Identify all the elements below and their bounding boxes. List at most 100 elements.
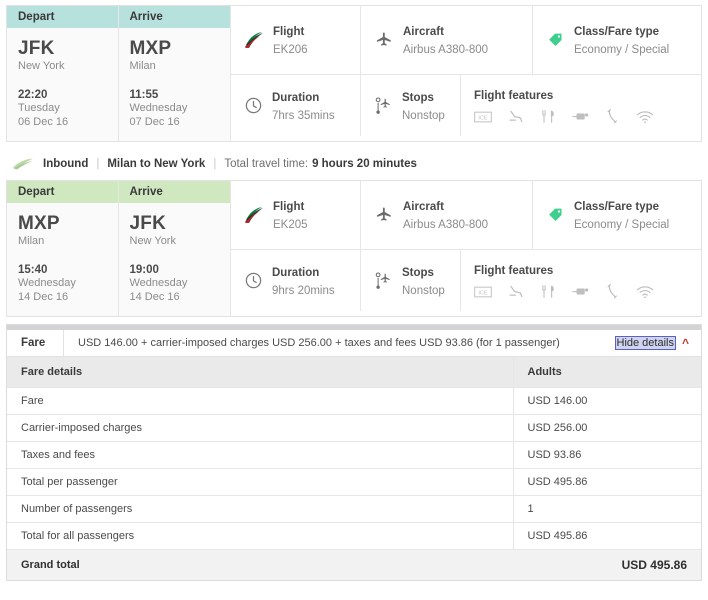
grand-total-label: Grand total xyxy=(7,549,513,580)
divider-pipe-1: | xyxy=(96,158,100,170)
fare-row-label: Number of passengers xyxy=(7,495,514,523)
inbound-features-label: Flight features xyxy=(474,265,554,277)
fare-details-table: Fare details Adults Fare USD 146.00 Carr… xyxy=(7,357,701,580)
fare-row-value: USD 495.86 xyxy=(513,468,701,496)
outbound-arrive-time: 11:55 xyxy=(129,89,159,101)
outbound-arrive-city: Milan xyxy=(129,60,156,72)
fare-details-column-header: Fare details xyxy=(7,357,514,388)
inbound-duration-cell: Duration 9hrs 20mins xyxy=(231,250,361,311)
plane-inbound-icon xyxy=(12,157,34,171)
emirates-logo-icon xyxy=(244,206,264,224)
inbound-label: Inbound xyxy=(43,158,89,170)
fare-label: Fare xyxy=(21,337,46,349)
chevron-up-icon[interactable]: ^ xyxy=(682,337,689,349)
fare-row-label: Total per passenger xyxy=(7,468,514,496)
outbound-arrive-weekday: Wednesday xyxy=(129,102,188,114)
fare-row-value: USD 146.00 xyxy=(513,387,701,415)
inbound-leg-times: Depart MXP Milan 15:40 Wednesday 14 Dec … xyxy=(7,181,231,316)
inbound-stops-cell: Stops Nonstop xyxy=(361,250,461,311)
outbound-flight-number: EK206 xyxy=(273,44,308,56)
phone-handset-icon xyxy=(606,284,620,299)
table-row: Number of passengers 1 xyxy=(7,495,701,523)
inbound-aircraft-value: Airbus A380-800 xyxy=(403,219,489,231)
outbound-duration-cell: Duration 7hrs 35mins xyxy=(231,75,361,136)
ice-entertainment-icon: ICE xyxy=(474,286,492,298)
inbound-aircraft-label: Aircraft xyxy=(403,201,444,213)
outbound-depart-code: JFK xyxy=(18,38,55,59)
outbound-arrive-code: MXP xyxy=(129,38,172,59)
fare-row-label: Carrier-imposed charges xyxy=(7,414,514,442)
clock-icon xyxy=(244,271,263,290)
inbound-arrive-header: Arrive xyxy=(118,181,230,203)
fare-row-label: Taxes and fees xyxy=(7,441,514,469)
table-row: Taxes and fees USD 93.86 xyxy=(7,441,701,469)
inbound-detail-grid: Flight EK205 Aircraft Airbus A380-800 Cl… xyxy=(231,181,701,316)
outbound-aircraft-label: Aircraft xyxy=(403,26,444,38)
adults-column-header: Adults xyxy=(513,357,701,388)
inbound-arrive-date: 14 Dec 16 xyxy=(129,290,180,303)
outbound-depart-weekday: Tuesday xyxy=(18,102,60,114)
airplane-icon xyxy=(374,206,394,224)
ice-entertainment-icon: ICE xyxy=(474,111,492,123)
inbound-arrive-weekday: Wednesday xyxy=(129,277,188,289)
inbound-flight-number: EK205 xyxy=(273,219,308,231)
outbound-features-label: Flight features xyxy=(474,90,554,102)
fare-row-value: 1 xyxy=(513,495,701,523)
inbound-depart-header: Depart xyxy=(7,181,118,203)
clock-icon xyxy=(244,96,263,115)
seat-recline-icon xyxy=(508,109,524,124)
grand-total-row: Grand total USD 495.86 xyxy=(7,549,701,580)
outbound-depart-block: Depart JFK New York 22:20 Tuesday 06 Dec… xyxy=(7,6,119,141)
outbound-depart-date: 06 Dec 16 xyxy=(18,115,69,128)
phone-handset-icon xyxy=(606,109,620,124)
outbound-detail-grid: Flight EK206 Aircraft Airbus A380-800 Cl… xyxy=(231,6,701,141)
fare-section: Fare USD 146.00 + carrier-imposed charge… xyxy=(6,324,702,581)
inbound-depart-city: Milan xyxy=(18,235,45,247)
wifi-icon xyxy=(636,285,654,299)
outbound-class-fare-value: Economy / Special xyxy=(574,44,670,56)
fare-tag-icon xyxy=(546,206,565,224)
inbound-arrive-city: New York xyxy=(129,235,176,247)
hide-details-label[interactable]: Hide details xyxy=(614,336,676,350)
inbound-depart-block: Depart MXP Milan 15:40 Wednesday 14 Dec … xyxy=(7,181,119,316)
inbound-duration-label: Duration xyxy=(272,266,320,279)
table-row: Fare USD 146.00 xyxy=(7,387,701,415)
total-travel-time-value: 9 hours 20 minutes xyxy=(312,158,417,170)
inbound-route: Milan to New York xyxy=(107,158,206,170)
outbound-flight-label: Flight xyxy=(273,26,305,38)
total-travel-time-label: Total travel time: xyxy=(224,158,309,170)
inbound-stops-label: Stops xyxy=(402,266,434,279)
outbound-depart-city: New York xyxy=(18,60,65,72)
outbound-arrive-header: Arrive xyxy=(118,6,230,28)
outbound-aircraft-cell: Aircraft Airbus A380-800 xyxy=(361,6,533,74)
outbound-flight-card: Depart JFK New York 22:20 Tuesday 06 Dec… xyxy=(6,5,702,142)
inbound-aircraft-cell: Aircraft Airbus A380-800 xyxy=(361,181,533,249)
inbound-depart-time: 15:40 xyxy=(18,264,48,276)
inbound-flight-card: Depart MXP Milan 15:40 Wednesday 14 Dec … xyxy=(6,180,702,317)
table-row: Carrier-imposed charges USD 256.00 xyxy=(7,414,701,442)
nonstop-route-icon xyxy=(374,96,393,116)
outbound-arrive-block: Arrive MXP Milan 11:55 Wednesday 07 Dec … xyxy=(118,6,230,141)
inbound-duration-value: 9hrs 20mins xyxy=(272,284,335,297)
fare-row-value: USD 495.86 xyxy=(513,522,701,550)
fare-table-header-row: Fare details Adults xyxy=(7,357,701,388)
meal-cutlery-icon xyxy=(540,109,556,124)
inbound-class-fare-value: Economy / Special xyxy=(574,219,670,231)
fare-summary-text: USD 146.00 + carrier-imposed charges USD… xyxy=(78,337,560,349)
outbound-stops-label: Stops xyxy=(402,91,434,104)
hide-details-toggle[interactable]: Hide details ^ xyxy=(614,336,702,350)
seat-recline-icon xyxy=(508,284,524,299)
inbound-flight-label: Flight xyxy=(273,201,305,213)
emirates-logo-icon xyxy=(244,31,264,49)
outbound-duration-label: Duration xyxy=(272,91,320,104)
fare-tag-icon xyxy=(546,31,565,49)
outbound-class-fare-label: Class/Fare type xyxy=(574,26,660,38)
fare-row-label: Fare xyxy=(7,387,514,415)
inbound-arrive-time: 19:00 xyxy=(129,264,159,276)
nonstop-route-icon xyxy=(374,271,393,291)
outbound-flight-cell: Flight EK206 xyxy=(231,6,361,74)
power-socket-icon xyxy=(572,110,590,123)
table-row: Total per passenger USD 495.86 xyxy=(7,468,701,496)
fare-row-label: Total for all passengers xyxy=(7,522,514,550)
power-socket-icon xyxy=(572,285,590,298)
